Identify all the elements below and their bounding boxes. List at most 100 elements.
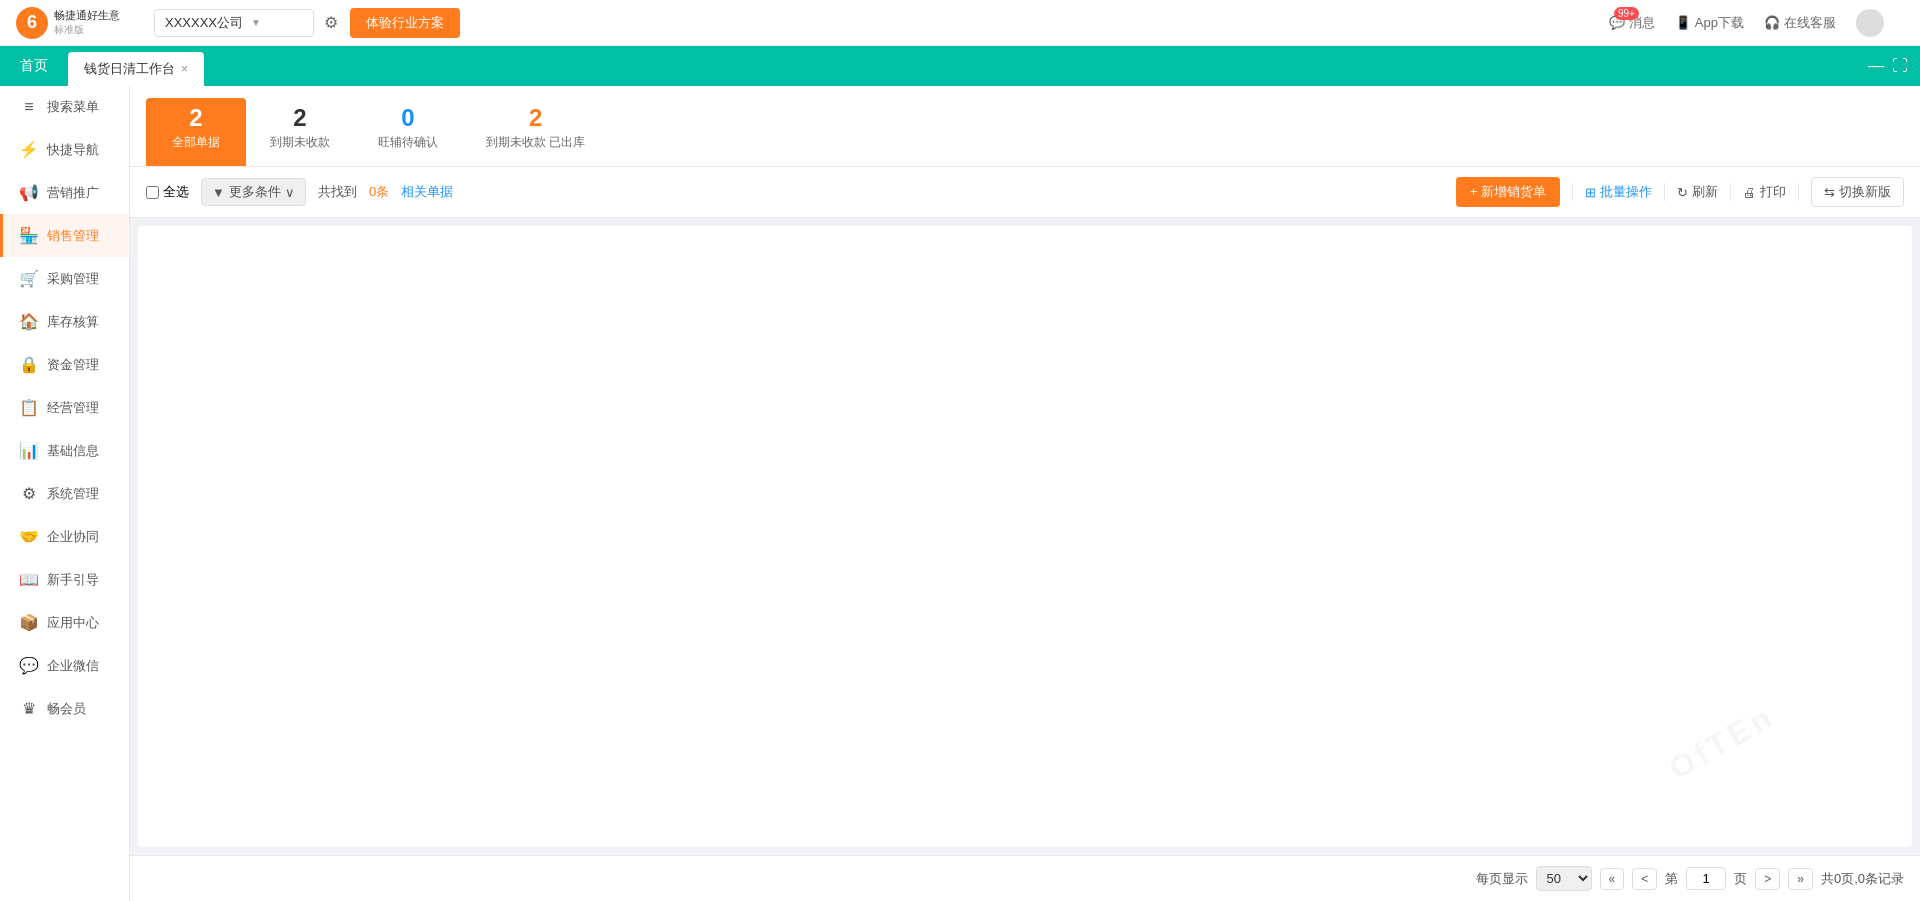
toolbar-right: + 新增销货单 ⊞ 批量操作 ↻ 刷新 🖨 打印 ⇆: [1456, 177, 1904, 207]
sidebar-item-search-menu[interactable]: ≡ 搜索菜单: [0, 86, 129, 128]
batch-icon: ⊞: [1585, 185, 1596, 200]
stat-tab-all[interactable]: 2 全部单据: [146, 98, 246, 166]
headset-icon: 🎧: [1764, 15, 1780, 30]
switch-label: 切换新版: [1839, 183, 1891, 201]
sidebar-item-inventory[interactable]: 🏠 库存核算: [0, 300, 129, 343]
tabbar-maximize-button[interactable]: ⛶: [1892, 57, 1908, 75]
app-download-action[interactable]: 📱 App下载: [1675, 14, 1744, 32]
sidebar-item-finance[interactable]: 🔒 资金管理: [0, 343, 129, 386]
refresh-icon: ↻: [1677, 185, 1688, 200]
sidebar-item-wechat[interactable]: 💬 企业微信: [0, 644, 129, 687]
tab-active-label: 钱货日清工作台: [84, 60, 175, 78]
sidebar-label-quick-nav: 快捷导航: [47, 141, 99, 159]
switch-version-button[interactable]: ⇆ 切换新版: [1811, 177, 1904, 207]
select-all-checkbox[interactable]: 全选: [146, 183, 189, 201]
sidebar-item-app-center[interactable]: 📦 应用中心: [0, 601, 129, 644]
sidebar-label-marketing: 营销推广: [47, 184, 99, 202]
logo-icon: 6: [16, 7, 48, 39]
stat-num-overdue: 2: [293, 106, 306, 130]
trial-button[interactable]: 体验行业方案: [350, 8, 460, 38]
sidebar-label-basic-info: 基础信息: [47, 442, 99, 460]
basic-info-icon: 📊: [19, 441, 39, 460]
finance-icon: 🔒: [19, 355, 39, 374]
content-area: 2 全部单据 2 到期未收款 0 旺辅待确认 2 到期未收款 已出库 全选: [130, 86, 1920, 901]
sidebar-item-quick-nav[interactable]: ⚡ 快捷导航: [0, 128, 129, 171]
stat-tab-wangwang[interactable]: 0 旺辅待确认: [354, 98, 462, 166]
divider-2: [1664, 183, 1665, 201]
company-name: XXXXXX公司: [165, 14, 243, 32]
tabbar-minimize-button[interactable]: —: [1868, 57, 1884, 75]
page-last-button[interactable]: »: [1788, 868, 1813, 890]
batch-operation-button[interactable]: ⊞ 批量操作: [1585, 183, 1652, 201]
tab-home[interactable]: 首页: [0, 46, 68, 86]
online-service-action[interactable]: 🎧 在线客服: [1764, 14, 1836, 32]
new-sales-order-button[interactable]: + 新增销货单: [1456, 177, 1560, 207]
sidebar-label-operations: 经营管理: [47, 399, 99, 417]
stat-tab-overdue-out[interactable]: 2 到期未收款 已出库: [462, 98, 609, 166]
sidebar-item-sales[interactable]: 🏪 销售管理: [0, 214, 129, 257]
logo-text-block: 畅捷通好生意 标准版: [54, 8, 120, 36]
print-button[interactable]: 🖨 打印: [1743, 183, 1786, 201]
page-prev-button[interactable]: <: [1632, 868, 1657, 890]
toolbar: 全选 ▼ 更多条件 ∨ 共找到 0条 相关单据 + 新增销货单 ⊞ 批量操作: [130, 167, 1920, 218]
select-all-label: 全选: [163, 183, 189, 201]
message-icon-wrap: 💬 99+: [1609, 15, 1625, 30]
settings-icon[interactable]: ⚙: [324, 13, 338, 32]
inventory-icon: 🏠: [19, 312, 39, 331]
sidebar-item-cooperation[interactable]: 🤝 企业协同: [0, 515, 129, 558]
tab-active[interactable]: 钱货日清工作台 ×: [68, 52, 204, 86]
select-all-input[interactable]: [146, 186, 159, 199]
total-label: 共0页,0条记录: [1821, 870, 1904, 888]
tab-close-icon[interactable]: ×: [181, 62, 188, 76]
page-size-select[interactable]: 50 100 200: [1536, 866, 1592, 891]
page-input[interactable]: [1686, 867, 1726, 890]
stat-num-wangwang: 0: [401, 106, 414, 130]
sidebar-item-system[interactable]: ⚙ 系统管理: [0, 472, 129, 515]
sidebar-item-marketing[interactable]: 📢 营销推广: [0, 171, 129, 214]
company-arrow-icon: ▼: [251, 17, 261, 28]
page-next-button[interactable]: >: [1755, 868, 1780, 890]
page-first-button[interactable]: «: [1600, 868, 1625, 890]
sidebar-item-member[interactable]: ♛ 畅会员: [0, 687, 129, 730]
phone-icon: 📱: [1675, 15, 1691, 30]
app-download-label: App下载: [1695, 14, 1744, 32]
stat-num-overdue-out: 2: [529, 106, 542, 130]
sidebar-label-system: 系统管理: [47, 485, 99, 503]
refresh-button[interactable]: ↻ 刷新: [1677, 183, 1718, 201]
operations-icon: 📋: [19, 398, 39, 417]
topbar: 6 畅捷通好生意 标准版 XXXXXX公司 ▼ ⚙ 体验行业方案 💬 99+ 消…: [0, 0, 1920, 46]
refresh-label: 刷新: [1692, 183, 1718, 201]
sidebar-label-app-center: 应用中心: [47, 614, 99, 632]
stats-tabs: 2 全部单据 2 到期未收款 0 旺辅待确认 2 到期未收款 已出库: [130, 86, 1920, 167]
print-label: 打印: [1760, 183, 1786, 201]
sidebar-label-sales: 销售管理: [47, 227, 99, 245]
sidebar-item-guide[interactable]: 📖 新手引导: [0, 558, 129, 601]
sidebar-item-purchase[interactable]: 🛒 采购管理: [0, 257, 129, 300]
found-count: 0条: [369, 183, 389, 201]
member-icon: ♛: [19, 699, 39, 718]
page-end-label: 页: [1734, 870, 1747, 888]
guide-icon: 📖: [19, 570, 39, 589]
cooperation-icon: 🤝: [19, 527, 39, 546]
sidebar-label-guide: 新手引导: [47, 571, 99, 589]
sidebar-item-operations[interactable]: 📋 经营管理: [0, 386, 129, 429]
filter-button[interactable]: ▼ 更多条件 ∨: [201, 178, 306, 206]
sidebar-label-search-menu: 搜索菜单: [47, 98, 99, 116]
page-label: 第: [1665, 870, 1678, 888]
filter-label: 更多条件: [229, 183, 281, 201]
stat-tab-overdue[interactable]: 2 到期未收款: [246, 98, 354, 166]
message-badge: 99+: [1614, 7, 1639, 20]
app-center-icon: 📦: [19, 613, 39, 632]
avatar[interactable]: [1856, 9, 1884, 37]
tabbar: 首页 钱货日清工作台 × — ⛶: [0, 46, 1920, 86]
filter-icon: ▼: [212, 185, 225, 200]
logo-area: 6 畅捷通好生意 标准版: [16, 7, 146, 39]
related-link[interactable]: 相关单据: [401, 183, 453, 201]
stat-label-all: 全部单据: [172, 134, 220, 151]
message-area[interactable]: 💬 99+ 消息: [1609, 14, 1655, 32]
table-area: [138, 226, 1912, 847]
sidebar-item-basic-info[interactable]: 📊 基础信息: [0, 429, 129, 472]
company-selector[interactable]: XXXXXX公司 ▼: [154, 9, 314, 37]
divider-3: [1730, 183, 1731, 201]
tabbar-actions: — ⛶: [1868, 57, 1920, 75]
